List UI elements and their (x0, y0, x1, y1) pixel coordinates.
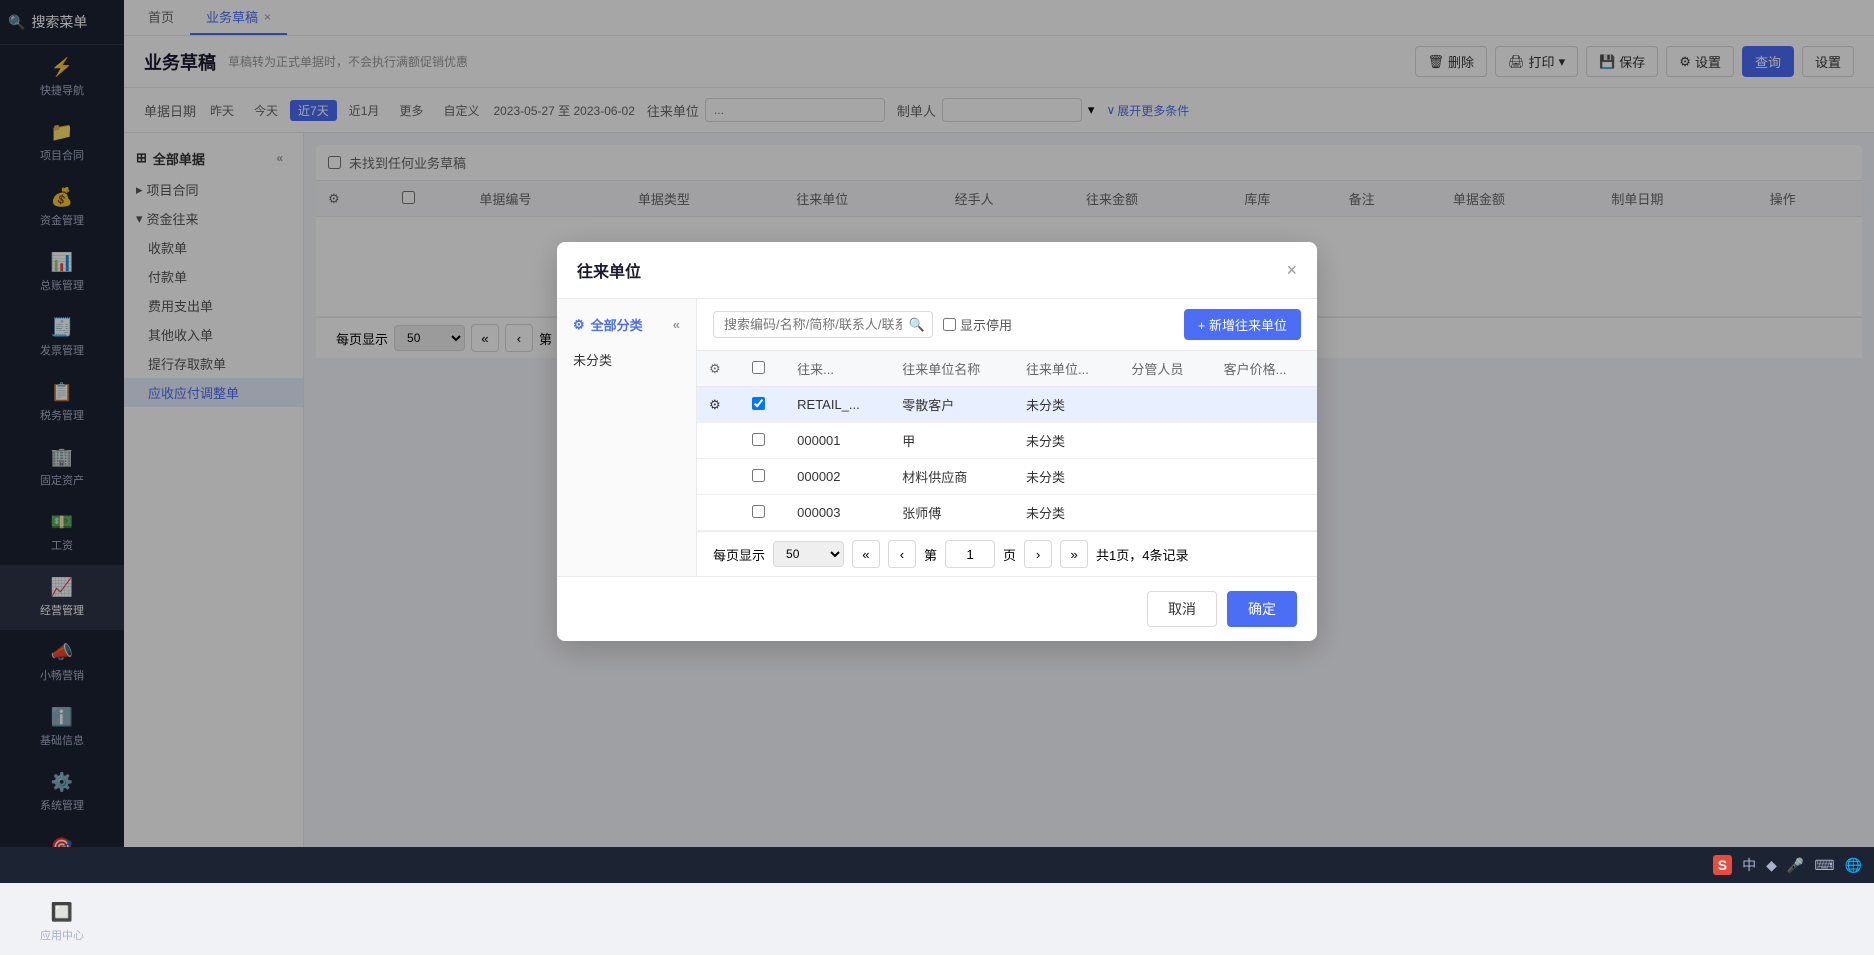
row-name: 零散客户 (890, 387, 1014, 423)
taskbar: S 中 ◆ 🎤 ⌨ 🌐 (0, 847, 1874, 883)
category-settings-icon: ⚙ (573, 317, 585, 333)
row-category: 未分类 (1014, 495, 1119, 531)
row-category: 未分类 (1014, 423, 1119, 459)
cancel-button[interactable]: 取消 (1147, 591, 1217, 627)
dialog-table-wrap: ⚙ 往来... 往来单位名称 往来单位... 分管人员 客户价格... (697, 351, 1317, 531)
category-header-label: 全部分类 (591, 315, 643, 334)
taskbar-icon-zh[interactable]: 中 (1742, 855, 1756, 875)
dialog-page-label: 第 (924, 545, 937, 564)
table-row[interactable]: ⚙ RETAIL_... 零散客户 未分类 (697, 387, 1317, 423)
row-manager (1119, 387, 1211, 423)
row-code: 000001 (785, 423, 890, 459)
row-category: 未分类 (1014, 387, 1119, 423)
taskbar-icon-mic[interactable]: 🎤 (1787, 857, 1804, 874)
row-checkbox (740, 387, 785, 423)
dialog-overlay: 往来单位 × ⚙ 全部分类 « 未分类 (0, 0, 1874, 883)
dialog-footer-actions: 取消 确定 (557, 576, 1317, 641)
dialog-sidebar: ⚙ 全部分类 « 未分类 (557, 299, 697, 576)
row-price (1212, 423, 1317, 459)
dialog-select-all[interactable] (752, 361, 765, 374)
table-row[interactable]: 000001 甲 未分类 (697, 423, 1317, 459)
app-center-label: 应用中心 (40, 927, 84, 943)
row-checkbox (740, 423, 785, 459)
row-manager (1119, 423, 1211, 459)
dialog-header: 往来单位 × (557, 242, 1317, 299)
show-disabled-checkbox[interactable] (943, 318, 956, 331)
show-disabled-label[interactable]: 显示停用 (943, 315, 1012, 334)
row-select-checkbox[interactable] (752, 433, 765, 446)
dialog-page-input[interactable] (945, 540, 995, 568)
confirm-button[interactable]: 确定 (1227, 591, 1297, 627)
sidebar-collapse-btn[interactable]: « (673, 317, 680, 332)
dialog-per-page-label: 每页显示 (713, 545, 765, 564)
row-settings: ⚙ (697, 387, 740, 423)
row-select-checkbox[interactable] (752, 505, 765, 518)
row-manager (1119, 459, 1211, 495)
taskbar-icon-network[interactable]: 🌐 (1845, 857, 1862, 874)
row-name: 材料供应商 (890, 459, 1014, 495)
table-row[interactable]: 000003 张师傅 未分类 (697, 495, 1317, 531)
row-checkbox (740, 459, 785, 495)
dialog-toolbar: 🔍 显示停用 + 新增往来单位 (697, 299, 1317, 351)
partner-dialog: 往来单位 × ⚙ 全部分类 « 未分类 (557, 242, 1317, 641)
search-wrap: 🔍 (713, 311, 933, 338)
dialog-col-checkbox (740, 351, 785, 387)
row-select-checkbox[interactable] (752, 397, 765, 410)
row-category: 未分类 (1014, 459, 1119, 495)
row-price (1212, 495, 1317, 531)
sidebar-item-app-center[interactable]: 🔲 应用中心 (0, 890, 124, 955)
dialog-per-page-select[interactable]: 50 100 (773, 541, 844, 567)
row-manager (1119, 495, 1211, 531)
dialog-page-next[interactable]: › (1024, 540, 1052, 568)
dialog-total-info: 共1页，4条记录 (1096, 545, 1188, 564)
dialog-title: 往来单位 (577, 258, 641, 282)
dialog-body: ⚙ 全部分类 « 未分类 🔍 显示停用 (557, 299, 1317, 576)
partner-search-input[interactable] (713, 311, 933, 338)
dialog-main: 🔍 显示停用 + 新增往来单位 ⚙ (697, 299, 1317, 576)
row-settings (697, 495, 740, 531)
taskbar-icon-keyboard[interactable]: ⌨ (1814, 857, 1834, 874)
uncategorized-label: 未分类 (573, 350, 612, 369)
row-name: 甲 (890, 423, 1014, 459)
row-select-checkbox[interactable] (752, 469, 765, 482)
row-code: RETAIL_... (785, 387, 890, 423)
dialog-col-manager: 分管人员 (1119, 351, 1211, 387)
row-settings (697, 459, 740, 495)
search-icon[interactable]: 🔍 (909, 317, 925, 333)
dialog-page-suffix: 页 (1003, 545, 1016, 564)
row-name: 张师傅 (890, 495, 1014, 531)
dialog-page-first[interactable]: « (852, 540, 880, 568)
dialog-category-header: ⚙ 全部分类 « (557, 307, 696, 342)
dialog-sidebar-uncategorized[interactable]: 未分类 (557, 342, 696, 377)
dialog-partner-table: ⚙ 往来... 往来单位名称 往来单位... 分管人员 客户价格... (697, 351, 1317, 531)
app-center-icon: 🔲 (51, 902, 73, 923)
dialog-table-body: ⚙ RETAIL_... 零散客户 未分类 (697, 387, 1317, 531)
row-code: 000002 (785, 459, 890, 495)
row-checkbox (740, 495, 785, 531)
row-code: 000003 (785, 495, 890, 531)
dialog-footer-bar: 每页显示 50 100 « ‹ 第 页 › » 共1页，4条记录 (697, 531, 1317, 576)
dialog-col-category: 往来单位... (1014, 351, 1119, 387)
add-partner-btn[interactable]: + 新增往来单位 (1184, 309, 1301, 340)
taskbar-icon-s: S (1713, 855, 1732, 875)
row-price (1212, 459, 1317, 495)
dialog-col-name: 往来单位名称 (890, 351, 1014, 387)
dialog-close-btn[interactable]: × (1286, 260, 1297, 281)
row-price (1212, 387, 1317, 423)
dialog-col-code: 往来... (785, 351, 890, 387)
dialog-col-price: 客户价格... (1212, 351, 1317, 387)
dialog-table-header: ⚙ 往来... 往来单位名称 往来单位... 分管人员 客户价格... (697, 351, 1317, 387)
row-settings (697, 423, 740, 459)
dialog-col-settings: ⚙ (697, 351, 740, 387)
taskbar-icon-diamond[interactable]: ◆ (1766, 857, 1777, 874)
dialog-page-prev[interactable]: ‹ (888, 540, 916, 568)
table-row[interactable]: 000002 材料供应商 未分类 (697, 459, 1317, 495)
dialog-page-last[interactable]: » (1060, 540, 1088, 568)
